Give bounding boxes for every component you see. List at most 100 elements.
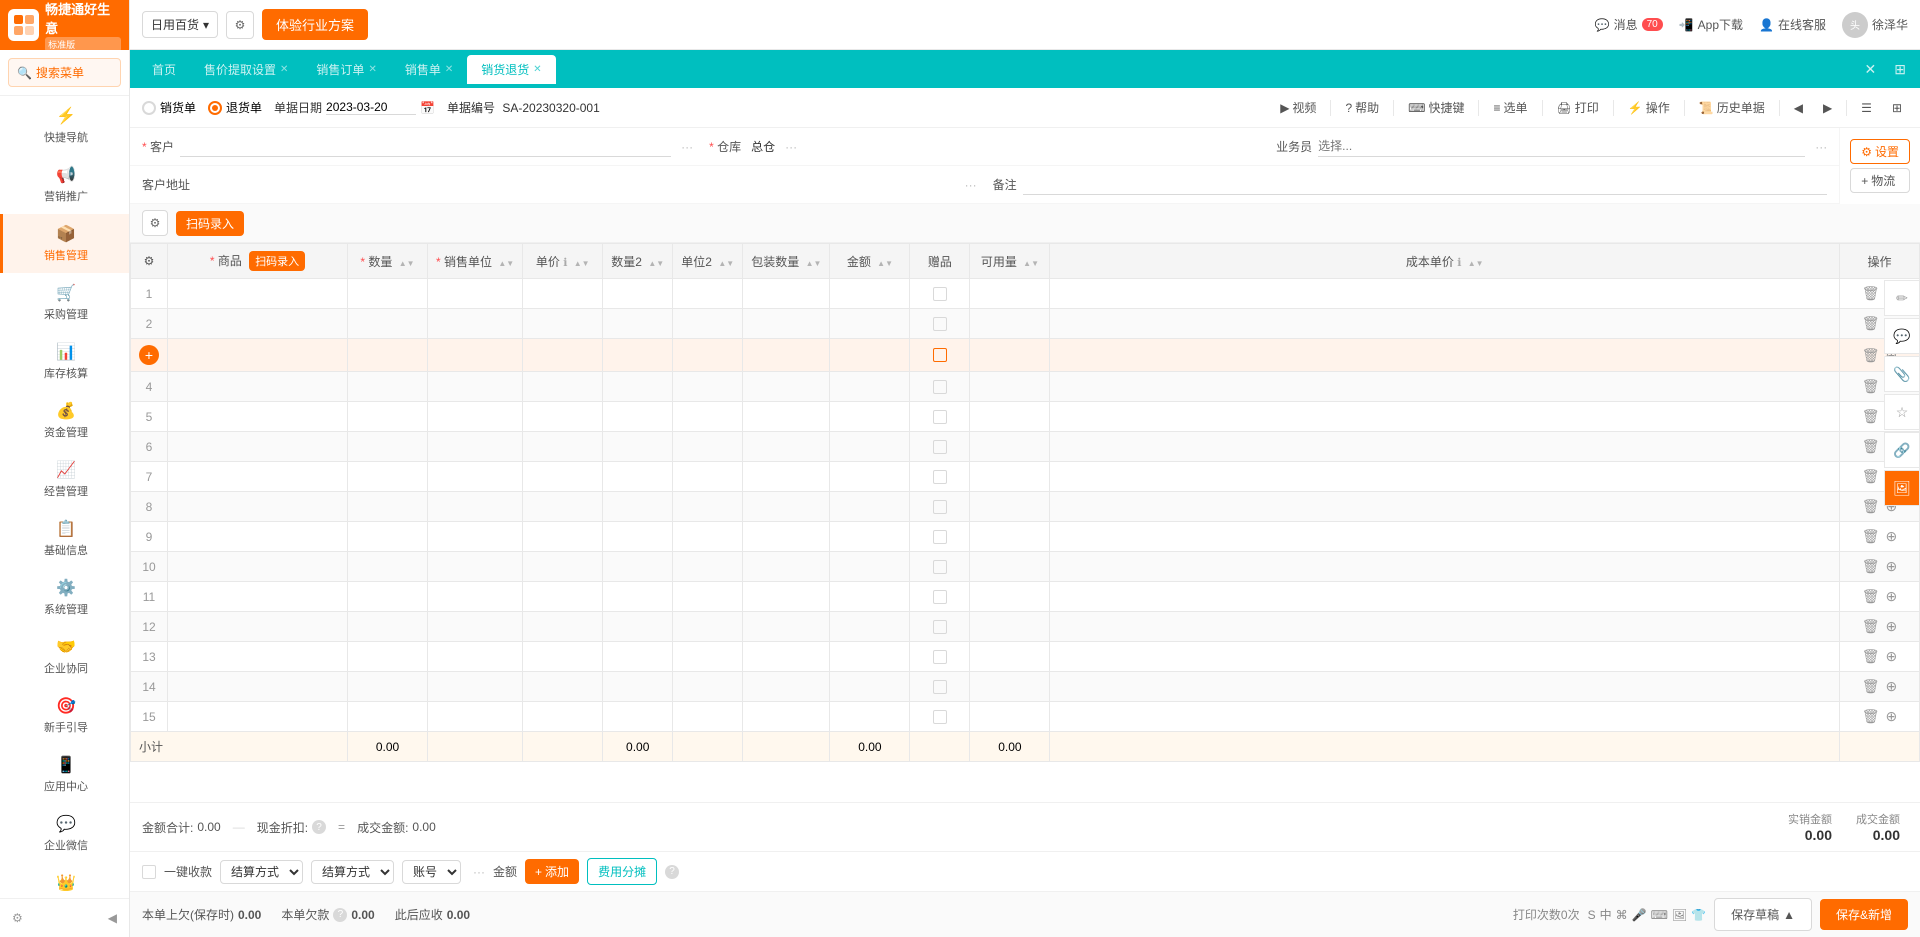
copy-15[interactable]: ⊕ — [1886, 708, 1898, 725]
save-new-button[interactable]: 保存&新增 — [1820, 899, 1908, 930]
del-10[interactable]: 🗑 — [1862, 558, 1880, 575]
del-6[interactable]: 🗑 — [1862, 438, 1880, 455]
copy-11[interactable]: ⊕ — [1886, 588, 1898, 605]
row-3-unit[interactable] — [428, 339, 523, 372]
account-search-dots[interactable]: ··· — [473, 865, 485, 879]
col-scan-btn[interactable]: 扫码录入 — [249, 251, 305, 271]
next-record-btn[interactable]: ▶ — [1817, 98, 1838, 118]
tab-price-settings-close[interactable]: ✕ — [280, 64, 288, 75]
row-2-unit2[interactable] — [673, 309, 743, 339]
row-3-amount[interactable] — [830, 339, 910, 372]
prev-record-btn[interactable]: ◀ — [1788, 98, 1809, 118]
grid-view-btn[interactable]: ⊞ — [1886, 98, 1908, 118]
del-15[interactable]: 🗑 — [1862, 708, 1880, 725]
row-2-available[interactable] — [970, 309, 1050, 339]
split-help-icon[interactable]: ? — [665, 865, 679, 879]
operation-btn[interactable]: ⚡ 操作 — [1622, 96, 1676, 119]
staff-search-btn[interactable]: ··· — [1815, 140, 1827, 154]
shortcut-btn[interactable]: ⌨ 快捷键 — [1402, 96, 1470, 119]
sort-amount[interactable]: ▲▼ — [877, 259, 893, 268]
close-tab-btn[interactable]: ✕ — [1859, 59, 1883, 80]
row-3-qty2[interactable] — [603, 339, 673, 372]
add-row-btn[interactable]: + — [139, 345, 159, 365]
doc-date-input[interactable] — [326, 100, 416, 115]
row-2-cost-price[interactable] — [1050, 309, 1840, 339]
grid-settings-button[interactable]: ⚙ — [142, 210, 168, 236]
copy-13[interactable]: ⊕ — [1886, 648, 1898, 665]
copy-10[interactable]: ⊕ — [1886, 558, 1898, 575]
row-1-unit[interactable] — [428, 279, 523, 309]
sort-qty2[interactable]: ▲▼ — [648, 259, 664, 268]
sidebar-item-purchase[interactable]: 🛒 采购管理 — [0, 273, 129, 332]
row-1-price[interactable] — [523, 279, 603, 309]
industry-selector[interactable]: 日用百货 ▾ — [142, 11, 218, 38]
sidebar-item-basic[interactable]: 📋 基础信息 — [0, 509, 129, 568]
gift-checkbox-2[interactable] — [933, 317, 947, 331]
row-1-unit2[interactable] — [673, 279, 743, 309]
right-action-image[interactable]: 🖼 — [1884, 470, 1920, 506]
price-info-icon[interactable]: ℹ — [563, 257, 567, 269]
tab-home[interactable]: 首页 — [138, 55, 190, 84]
calendar-icon[interactable]: 📅 — [420, 101, 435, 115]
row-2-pack-qty[interactable] — [743, 309, 830, 339]
scan-input-button[interactable]: 扫码录入 — [176, 211, 244, 236]
sidebar-settings-btn[interactable]: ⚙ — [8, 907, 27, 929]
sort-price[interactable]: ▲▼ — [574, 259, 590, 268]
help-btn[interactable]: ? 帮助 — [1339, 96, 1385, 119]
tab-sales-order[interactable]: 销售订单 ✕ — [302, 55, 390, 84]
customer-input[interactable] — [180, 136, 671, 157]
sidebar-item-shortcut[interactable]: ⚡ 快捷导航 — [0, 96, 129, 155]
list-view-btn[interactable]: ☰ — [1855, 98, 1878, 118]
del-9[interactable]: 🗑 — [1862, 528, 1880, 545]
row-2-qty2[interactable] — [603, 309, 673, 339]
row-1-available[interactable] — [970, 279, 1050, 309]
remark-input[interactable] — [1023, 174, 1828, 195]
tab-sales-order-close[interactable]: ✕ — [368, 64, 376, 75]
del-13[interactable]: 🗑 — [1862, 648, 1880, 665]
settlement-method-select[interactable]: 结算方式 — [220, 860, 303, 884]
settings-action-btn[interactable]: ⚙ 设置 — [1850, 139, 1910, 164]
sort-available[interactable]: ▲▼ — [1023, 259, 1039, 268]
save-draft-button[interactable]: 保存草稿 ▲ — [1714, 898, 1812, 931]
row-3-cost-price[interactable] — [1050, 339, 1840, 372]
gift-cb-6[interactable] — [933, 440, 947, 454]
right-action-edit[interactable]: ✏ — [1884, 280, 1920, 316]
right-action-attachment[interactable]: 📎 — [1884, 356, 1920, 392]
row-3-qty[interactable] — [348, 339, 428, 372]
one-click-checkbox[interactable] — [142, 865, 156, 879]
gift-checkbox-1[interactable] — [933, 287, 947, 301]
gift-cb-9[interactable] — [933, 530, 947, 544]
row-3-price[interactable] — [523, 339, 603, 372]
tab-sales-delivery-close[interactable]: ✕ — [445, 64, 453, 75]
right-action-star[interactable]: ☆ — [1884, 394, 1920, 430]
row-2-delete-btn[interactable]: 🗑 — [1862, 315, 1880, 332]
row-1-gift[interactable] — [910, 279, 970, 309]
warehouse-search-btn[interactable]: ··· — [785, 140, 797, 154]
row-2-unit[interactable] — [428, 309, 523, 339]
row-3-product-input[interactable] — [176, 348, 339, 362]
experience-button[interactable]: 体验行业方案 — [262, 9, 368, 40]
sidebar-item-sales[interactable]: 📦 销售管理 — [0, 214, 129, 273]
payment-add-button[interactable]: + 添加 — [525, 859, 579, 884]
sort-unit[interactable]: ▲▼ — [498, 259, 514, 268]
row-1-product[interactable] — [168, 279, 348, 309]
del-11[interactable]: 🗑 — [1862, 588, 1880, 605]
row-2-gift[interactable] — [910, 309, 970, 339]
sidebar-item-app[interactable]: 📱 应用中心 — [0, 745, 129, 804]
row-1-cost-price[interactable] — [1050, 279, 1840, 309]
cost-price-info-icon[interactable]: ℹ — [1457, 257, 1461, 269]
message-button[interactable]: 💬 消息 70 — [1595, 16, 1663, 33]
row-2-price[interactable] — [523, 309, 603, 339]
search-menu-button[interactable]: 🔍 搜索菜单 — [8, 58, 121, 87]
del-8[interactable]: 🗑 — [1862, 498, 1880, 515]
sidebar-item-system[interactable]: ⚙️ 系统管理 — [0, 568, 129, 627]
account-select[interactable]: 账号 — [402, 860, 461, 884]
user-profile[interactable]: 头 徐泽华 — [1842, 12, 1908, 38]
row-1-delete-btn[interactable]: 🗑 — [1862, 285, 1880, 302]
del-12[interactable]: 🗑 — [1862, 618, 1880, 635]
sort-cost-price[interactable]: ▲▼ — [1468, 259, 1484, 268]
row-2-amount[interactable] — [830, 309, 910, 339]
copy-9[interactable]: ⊕ — [1886, 528, 1898, 545]
sidebar-item-marketing[interactable]: 📢 营销推广 — [0, 155, 129, 214]
sidebar-item-member[interactable]: 👑 畅会员 — [0, 863, 129, 898]
